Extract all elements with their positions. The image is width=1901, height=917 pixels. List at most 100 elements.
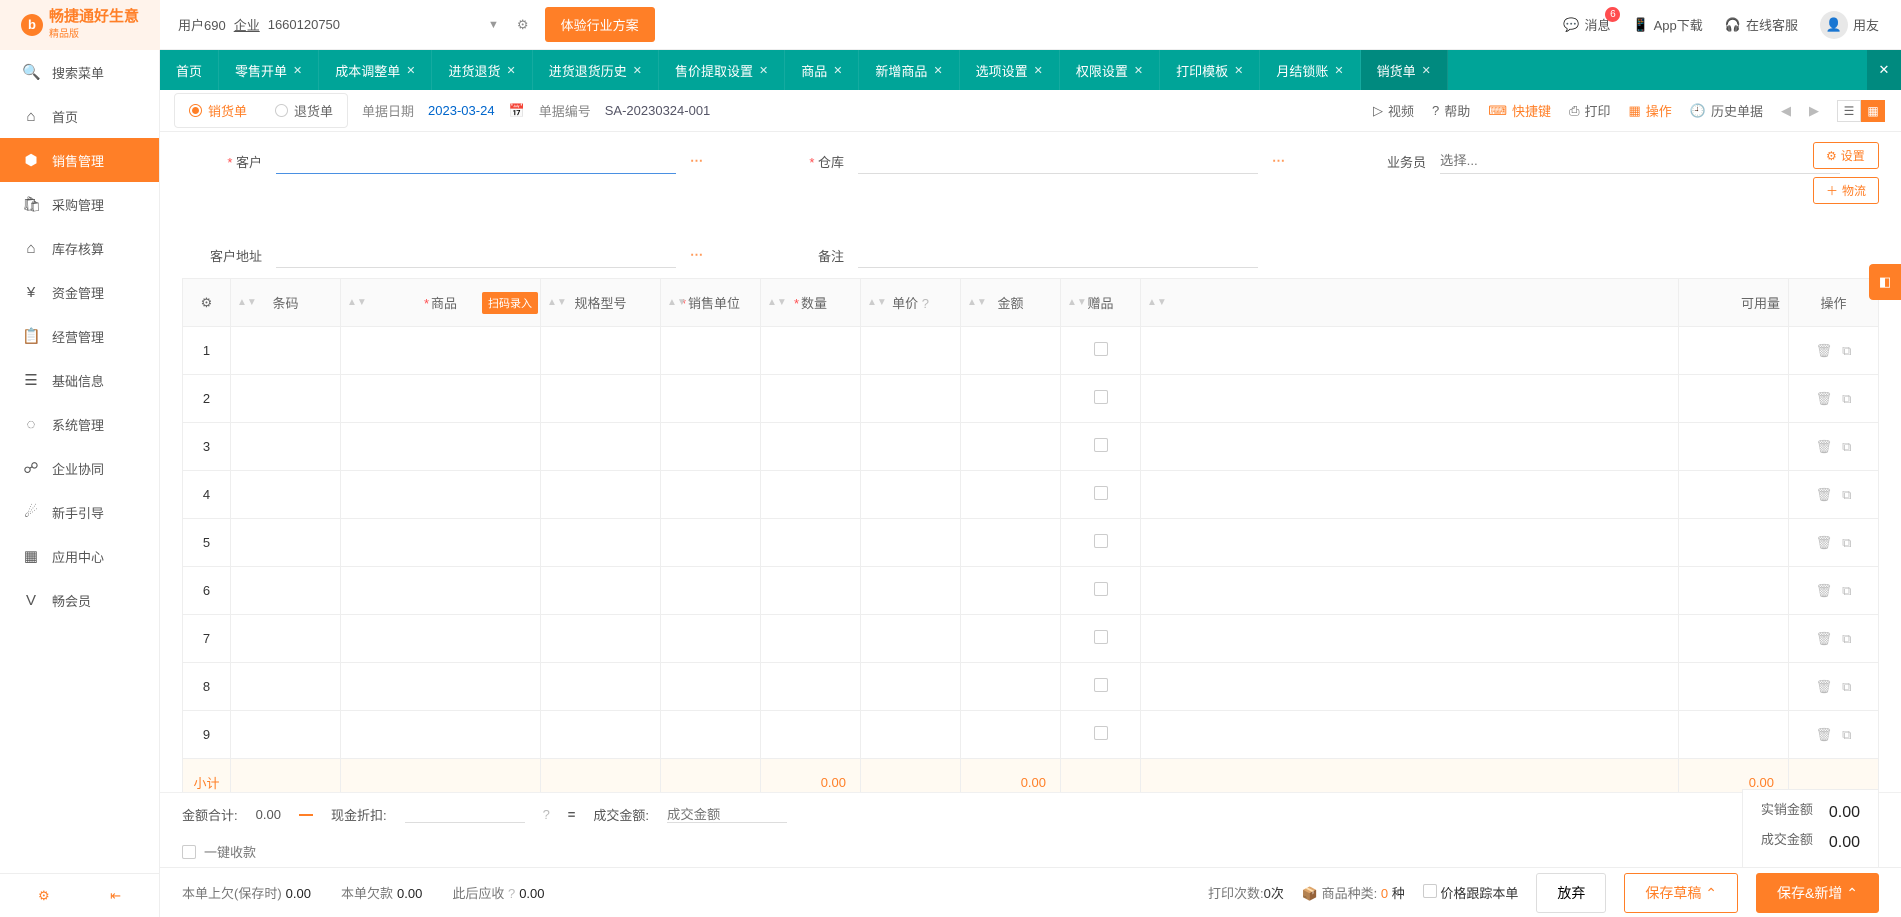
col-price[interactable]: ▲▼单价 ? <box>861 279 961 327</box>
gear-icon[interactable]: ⚙ <box>517 17 529 33</box>
tenant-selector[interactable]: 用户690企业1660120750 ▼ ⚙ <box>178 15 529 34</box>
close-icon[interactable]: ✕ <box>1234 64 1243 77</box>
tab-3[interactable]: 进货退货✕ <box>432 50 532 90</box>
col-gift[interactable]: ▲▼赠品 <box>1061 279 1141 327</box>
delete-icon[interactable]: 🗑 <box>1816 343 1833 359</box>
delete-icon[interactable]: 🗑 <box>1816 439 1833 455</box>
close-icon[interactable]: ✕ <box>1134 64 1143 77</box>
tab-5[interactable]: 售价提取设置✕ <box>659 50 785 90</box>
close-icon[interactable]: ✕ <box>759 64 768 77</box>
sidebar-item-2[interactable]: ⬢销售管理 <box>0 138 159 182</box>
col-spec[interactable]: ▲▼规格型号 <box>541 279 661 327</box>
table-row[interactable]: 1🗑⧉ <box>183 327 1879 375</box>
gift-checkbox[interactable] <box>1094 678 1108 692</box>
logistics-button[interactable]: ＋ 物流 <box>1813 177 1879 204</box>
history-link[interactable]: 🕘 历史单据 <box>1690 101 1763 120</box>
view-list[interactable]: ☰ <box>1837 100 1861 122</box>
sidebar-item-1[interactable]: ⌂首页 <box>0 94 159 138</box>
gift-checkbox[interactable] <box>1094 630 1108 644</box>
address-picker-icon[interactable]: ⋯ <box>690 247 704 263</box>
copy-icon[interactable]: ⧉ <box>1842 583 1851 599</box>
help-icon[interactable]: ? <box>508 886 515 901</box>
copy-icon[interactable]: ⧉ <box>1842 727 1851 743</box>
close-icon[interactable]: ✕ <box>633 64 642 77</box>
warehouse-input[interactable] <box>858 148 1258 174</box>
copy-icon[interactable]: ⧉ <box>1842 535 1851 551</box>
col-barcode[interactable]: ▲▼条码 <box>231 279 341 327</box>
settings-button[interactable]: ⚙ 设置 <box>1813 142 1879 169</box>
delete-icon[interactable]: 🗑 <box>1816 391 1833 407</box>
print-link[interactable]: ⎙ 打印 <box>1569 101 1610 120</box>
gift-checkbox[interactable] <box>1094 390 1108 404</box>
messages-link[interactable]: 💬消息 <box>1563 15 1610 34</box>
tab-2[interactable]: 成本调整单✕ <box>319 50 432 90</box>
radio-return[interactable]: 退货单 <box>261 94 347 127</box>
salesman-input[interactable] <box>1440 148 1840 174</box>
tab-0[interactable]: 首页 <box>160 50 219 90</box>
help-icon[interactable]: ? <box>543 807 550 822</box>
delete-icon[interactable]: 🗑 <box>1816 487 1833 503</box>
video-link[interactable]: ▷ 视频 <box>1373 101 1414 120</box>
close-icon[interactable]: ✕ <box>406 64 415 77</box>
sidebar-item-7[interactable]: ☰基础信息 <box>0 358 159 402</box>
scan-badge[interactable]: 扫码录入 <box>482 292 538 314</box>
collapse-icon[interactable]: ⇤ <box>110 888 121 904</box>
table-row[interactable]: 7🗑⧉ <box>183 615 1879 663</box>
discount-input[interactable] <box>405 807 525 823</box>
gift-checkbox[interactable] <box>1094 438 1108 452</box>
tab-8[interactable]: 选项设置✕ <box>960 50 1060 90</box>
support-link[interactable]: 🎧在线客服 <box>1725 15 1798 34</box>
copy-icon[interactable]: ⧉ <box>1842 343 1851 359</box>
save-draft-button[interactable]: 保存草稿 ⌃ <box>1624 873 1738 913</box>
copy-icon[interactable]: ⧉ <box>1842 391 1851 407</box>
tab-7[interactable]: 新增商品✕ <box>859 50 959 90</box>
col-product[interactable]: ▲▼*商品扫码录入 <box>341 279 541 327</box>
operate-link[interactable]: ▦ 操作 <box>1628 101 1671 120</box>
table-row[interactable]: 3🗑⧉ <box>183 423 1879 471</box>
delete-icon[interactable]: 🗑 <box>1816 583 1833 599</box>
deal-input[interactable] <box>667 807 787 823</box>
user-menu[interactable]: 👤用友 <box>1820 11 1879 39</box>
sidebar-item-9[interactable]: ☍企业协同 <box>0 446 159 490</box>
delete-icon[interactable]: 🗑 <box>1816 631 1833 647</box>
col-qty[interactable]: ▲▼*数量 <box>761 279 861 327</box>
warehouse-picker-icon[interactable]: ⋯ <box>1272 153 1286 169</box>
next-doc[interactable]: ▶ <box>1809 103 1819 119</box>
tab-9[interactable]: 权限设置✕ <box>1060 50 1160 90</box>
save-new-button[interactable]: 保存&新增 ⌃ <box>1756 873 1879 913</box>
close-icon[interactable]: ✕ <box>507 64 516 77</box>
remark-input[interactable] <box>858 242 1258 268</box>
logo[interactable]: b 畅捷通好生意 精品版 <box>0 0 160 50</box>
col-unit[interactable]: ▲▼*销售单位 <box>661 279 761 327</box>
sidebar-item-0[interactable]: 🔍搜索菜单 <box>0 50 159 94</box>
delete-icon[interactable]: 🗑 <box>1816 535 1833 551</box>
gift-checkbox[interactable] <box>1094 534 1108 548</box>
prev-doc[interactable]: ◀ <box>1781 103 1791 119</box>
tab-6[interactable]: 商品✕ <box>785 50 859 90</box>
close-icon[interactable]: ✕ <box>1334 64 1343 77</box>
col-gear[interactable]: ⚙ <box>183 279 231 327</box>
customer-picker-icon[interactable]: ⋯ <box>690 153 704 169</box>
address-input[interactable] <box>276 242 676 268</box>
table-row[interactable]: 4🗑⧉ <box>183 471 1879 519</box>
copy-icon[interactable]: ⧉ <box>1842 679 1851 695</box>
table-row[interactable]: 2🗑⧉ <box>183 375 1879 423</box>
help-link[interactable]: ? 帮助 <box>1432 101 1470 120</box>
gift-checkbox[interactable] <box>1094 486 1108 500</box>
side-drawer-toggle[interactable]: ◧ <box>1869 264 1901 300</box>
sidebar-item-3[interactable]: 🛍采购管理 <box>0 182 159 226</box>
table-row[interactable]: 5🗑⧉ <box>183 519 1879 567</box>
gift-checkbox[interactable] <box>1094 582 1108 596</box>
col-avail[interactable]: 可用量 <box>1679 279 1789 327</box>
close-icon[interactable]: ✕ <box>293 64 302 77</box>
close-icon[interactable]: ✕ <box>933 64 942 77</box>
customer-input[interactable] <box>276 148 676 174</box>
gift-checkbox[interactable] <box>1094 726 1108 740</box>
copy-icon[interactable]: ⧉ <box>1842 439 1851 455</box>
tab-11[interactable]: 月结锁账✕ <box>1260 50 1360 90</box>
sidebar-item-11[interactable]: ▦应用中心 <box>0 534 159 578</box>
tab-12[interactable]: 销货单✕ <box>1361 50 1448 90</box>
table-row[interactable]: 6🗑⧉ <box>183 567 1879 615</box>
sidebar-item-4[interactable]: ⌂库存核算 <box>0 226 159 270</box>
close-all-tabs[interactable]: ✕ <box>1867 50 1901 90</box>
